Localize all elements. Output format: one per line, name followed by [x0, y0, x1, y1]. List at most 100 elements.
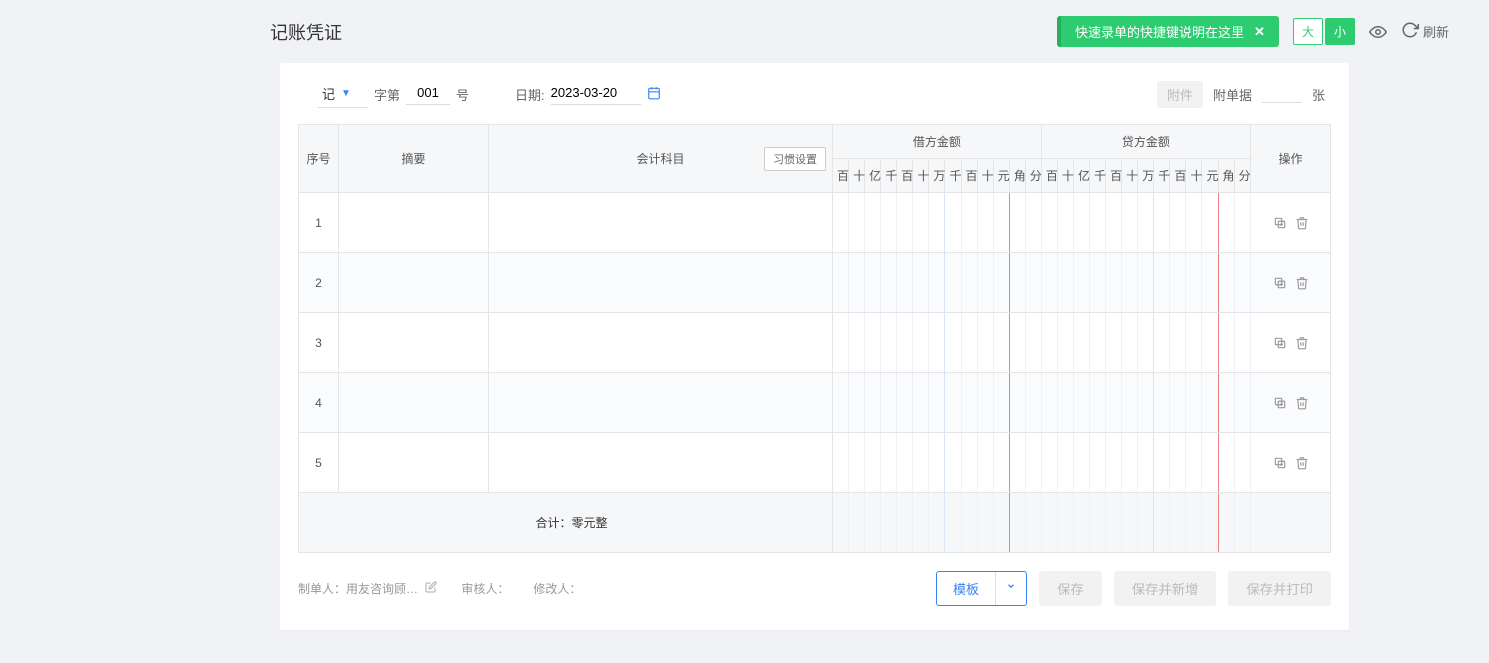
account-cell[interactable]	[489, 313, 833, 373]
copy-icon[interactable]	[1273, 335, 1287, 350]
credit-digit[interactable]	[1073, 313, 1089, 373]
credit-digit[interactable]	[1154, 253, 1170, 313]
debit-digit[interactable]	[897, 433, 913, 493]
debit-digit[interactable]	[881, 433, 897, 493]
debit-digit[interactable]	[945, 193, 961, 253]
debit-digit[interactable]	[897, 313, 913, 373]
debit-digit[interactable]	[945, 253, 961, 313]
debit-digit[interactable]	[993, 313, 1009, 373]
size-small-button[interactable]: 小	[1325, 18, 1355, 45]
summary-input[interactable]	[339, 194, 488, 252]
credit-digit[interactable]	[1041, 313, 1057, 373]
credit-digit[interactable]	[1090, 193, 1106, 253]
debit-digit[interactable]	[849, 193, 865, 253]
eye-icon[interactable]	[1369, 23, 1387, 41]
debit-digit[interactable]	[833, 253, 849, 313]
copy-icon[interactable]	[1273, 275, 1287, 290]
debit-digit[interactable]	[1025, 373, 1041, 433]
credit-digit[interactable]	[1138, 373, 1154, 433]
delete-icon[interactable]	[1295, 215, 1309, 230]
debit-digit[interactable]	[993, 373, 1009, 433]
summary-cell[interactable]	[339, 373, 489, 433]
credit-digit[interactable]	[1106, 193, 1122, 253]
debit-digit[interactable]	[1025, 313, 1041, 373]
size-large-button[interactable]: 大	[1293, 18, 1323, 45]
account-cell[interactable]	[489, 433, 833, 493]
save-new-button[interactable]: 保存并新增	[1114, 571, 1217, 606]
account-cell[interactable]	[489, 193, 833, 253]
debit-digit[interactable]	[1009, 373, 1025, 433]
debit-digit[interactable]	[993, 193, 1009, 253]
credit-digit[interactable]	[1202, 193, 1218, 253]
credit-digit[interactable]	[1090, 373, 1106, 433]
credit-digit[interactable]	[1154, 433, 1170, 493]
debit-digit[interactable]	[881, 373, 897, 433]
credit-digit[interactable]	[1057, 433, 1073, 493]
credit-digit[interactable]	[1122, 433, 1138, 493]
copy-icon[interactable]	[1273, 215, 1287, 230]
account-cell[interactable]	[489, 373, 833, 433]
credit-digit[interactable]	[1202, 313, 1218, 373]
debit-digit[interactable]	[929, 373, 945, 433]
debit-digit[interactable]	[881, 313, 897, 373]
credit-digit[interactable]	[1218, 193, 1234, 253]
debit-digit[interactable]	[929, 313, 945, 373]
summary-cell[interactable]	[339, 433, 489, 493]
credit-digit[interactable]	[1041, 253, 1057, 313]
debit-digit[interactable]	[849, 373, 865, 433]
debit-digit[interactable]	[833, 433, 849, 493]
calendar-icon[interactable]	[647, 86, 661, 103]
debit-digit[interactable]	[913, 253, 929, 313]
debit-digit[interactable]	[913, 373, 929, 433]
credit-digit[interactable]	[1073, 253, 1089, 313]
credit-digit[interactable]	[1202, 433, 1218, 493]
debit-digit[interactable]	[977, 373, 993, 433]
debit-digit[interactable]	[977, 433, 993, 493]
credit-digit[interactable]	[1073, 433, 1089, 493]
debit-digit[interactable]	[929, 433, 945, 493]
summary-cell[interactable]	[339, 193, 489, 253]
credit-digit[interactable]	[1186, 373, 1202, 433]
debit-digit[interactable]	[961, 313, 977, 373]
debit-digit[interactable]	[1025, 253, 1041, 313]
debit-digit[interactable]	[929, 253, 945, 313]
credit-digit[interactable]	[1122, 193, 1138, 253]
credit-digit[interactable]	[1234, 253, 1250, 313]
voucher-type-select[interactable]: 记 ▼	[318, 82, 368, 108]
credit-digit[interactable]	[1170, 433, 1186, 493]
edit-icon[interactable]	[425, 582, 437, 596]
debit-digit[interactable]	[849, 313, 865, 373]
copy-icon[interactable]	[1273, 455, 1287, 470]
copy-icon[interactable]	[1273, 395, 1287, 410]
refresh-button[interactable]: 刷新	[1401, 21, 1449, 42]
credit-digit[interactable]	[1090, 253, 1106, 313]
credit-digit[interactable]	[1218, 313, 1234, 373]
credit-digit[interactable]	[1106, 373, 1122, 433]
credit-digit[interactable]	[1234, 313, 1250, 373]
delete-icon[interactable]	[1295, 395, 1309, 410]
summary-cell[interactable]	[339, 253, 489, 313]
debit-digit[interactable]	[961, 253, 977, 313]
debit-digit[interactable]	[897, 253, 913, 313]
debit-digit[interactable]	[865, 433, 881, 493]
credit-digit[interactable]	[1106, 433, 1122, 493]
credit-digit[interactable]	[1234, 193, 1250, 253]
voucher-number-input[interactable]	[406, 85, 450, 105]
save-button[interactable]: 保存	[1039, 571, 1102, 606]
debit-digit[interactable]	[977, 313, 993, 373]
debit-digit[interactable]	[849, 433, 865, 493]
debit-digit[interactable]	[977, 193, 993, 253]
debit-digit[interactable]	[833, 193, 849, 253]
credit-digit[interactable]	[1186, 433, 1202, 493]
debit-digit[interactable]	[913, 433, 929, 493]
summary-cell[interactable]	[339, 313, 489, 373]
credit-digit[interactable]	[1218, 253, 1234, 313]
template-button[interactable]: 模板	[936, 571, 1027, 606]
credit-digit[interactable]	[1041, 193, 1057, 253]
credit-digit[interactable]	[1154, 193, 1170, 253]
debit-digit[interactable]	[1009, 193, 1025, 253]
debit-digit[interactable]	[929, 193, 945, 253]
credit-digit[interactable]	[1234, 373, 1250, 433]
credit-digit[interactable]	[1041, 433, 1057, 493]
credit-digit[interactable]	[1090, 313, 1106, 373]
